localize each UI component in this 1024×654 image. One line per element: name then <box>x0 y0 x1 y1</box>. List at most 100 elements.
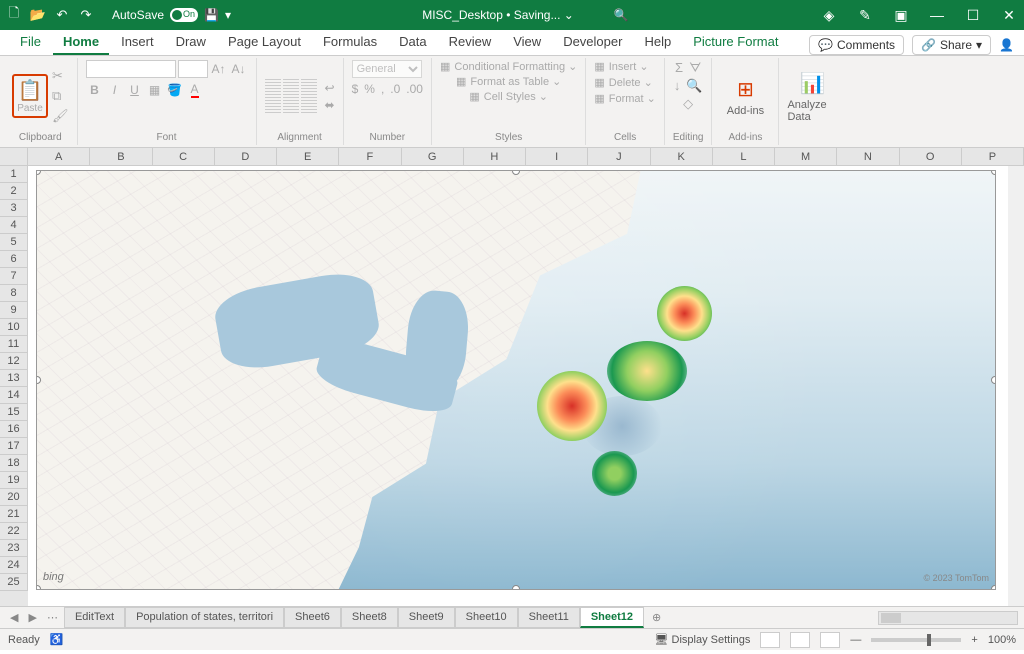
row-header[interactable]: 7 <box>0 268 28 285</box>
sheet-tab[interactable]: EditText <box>64 607 125 628</box>
row-header[interactable]: 24 <box>0 557 28 574</box>
row-header[interactable]: 2 <box>0 183 28 200</box>
accessibility-icon[interactable]: ♿ <box>50 633 64 646</box>
delete-cells-button[interactable]: ▦ Delete ⌄ <box>594 76 652 89</box>
display-settings[interactable]: 🖥 Display Settings <box>655 633 751 646</box>
undo-icon[interactable]: ↶ <box>54 7 70 23</box>
new-file-icon[interactable]: 🗋 <box>6 7 22 23</box>
sort-filter-icon[interactable]: ᗊ <box>689 60 701 76</box>
column-header[interactable]: L <box>713 148 775 165</box>
column-header[interactable]: N <box>837 148 899 165</box>
row-header[interactable]: 6 <box>0 251 28 268</box>
tab-page-layout[interactable]: Page Layout <box>218 30 311 55</box>
alignment-buttons[interactable] <box>265 79 317 113</box>
row-header[interactable]: 9 <box>0 302 28 319</box>
row-header[interactable]: 21 <box>0 506 28 523</box>
tab-home[interactable]: Home <box>53 30 109 55</box>
merge-icon[interactable]: ⬌ <box>325 98 335 112</box>
tab-data[interactable]: Data <box>389 30 436 55</box>
vertical-scrollbar[interactable] <box>1008 166 1024 606</box>
column-header[interactable]: F <box>339 148 401 165</box>
decimal-inc-icon[interactable]: .0 <box>390 82 400 96</box>
comments-button[interactable]: 💬 Comments <box>809 35 904 55</box>
view-normal[interactable] <box>760 632 780 648</box>
sheet-tab[interactable]: Sheet10 <box>455 607 518 628</box>
horizontal-scrollbar[interactable] <box>878 611 1018 625</box>
format-painter-icon[interactable]: 🖌 <box>52 108 69 124</box>
paste-button[interactable]: 📋 Paste <box>12 74 48 118</box>
zoom-level[interactable]: 100% <box>988 634 1016 646</box>
row-header[interactable]: 8 <box>0 285 28 302</box>
row-header[interactable]: 11 <box>0 336 28 353</box>
row-header[interactable]: 4 <box>0 217 28 234</box>
filename[interactable]: MISC_Desktop • Saving... ⌄ <box>422 8 574 22</box>
format-as-table-button[interactable]: ▦ Format as Table ⌄ <box>456 75 561 88</box>
clear-icon[interactable]: ◇ <box>683 96 693 111</box>
resize-handle[interactable] <box>991 585 996 590</box>
tab-insert[interactable]: Insert <box>111 30 164 55</box>
user-icon[interactable]: 👤 <box>999 38 1014 52</box>
save-icon[interactable]: 💾 <box>204 8 219 22</box>
search-icon[interactable]: 🔍 <box>614 8 629 22</box>
column-header[interactable]: J <box>588 148 650 165</box>
analyze-data-button[interactable]: 📊 Analyze Data <box>787 69 837 123</box>
tab-help[interactable]: Help <box>634 30 681 55</box>
row-header[interactable]: 13 <box>0 370 28 387</box>
row-header[interactable]: 15 <box>0 404 28 421</box>
autosum-icon[interactable]: Σ <box>675 60 683 76</box>
row-header[interactable]: 25 <box>0 574 28 591</box>
row-header[interactable]: 22 <box>0 523 28 540</box>
tab-picture-format[interactable]: Picture Format <box>683 30 788 55</box>
column-header[interactable]: G <box>402 148 464 165</box>
fill-icon[interactable]: ↓ <box>674 78 681 94</box>
sheet-tab[interactable]: Population of states, territori <box>125 607 284 628</box>
column-header[interactable]: K <box>651 148 713 165</box>
row-header[interactable]: 18 <box>0 455 28 472</box>
font-name-input[interactable] <box>86 60 176 78</box>
sheet-nav-prev[interactable]: ◀ <box>6 611 22 624</box>
zoom-slider[interactable] <box>871 638 961 642</box>
decrease-font-icon[interactable]: A↓ <box>230 60 248 78</box>
row-header[interactable]: 16 <box>0 421 28 438</box>
sheet-tab[interactable]: Sheet8 <box>341 607 398 628</box>
addins-button[interactable]: ⊞ Add-ins <box>720 75 770 117</box>
row-header[interactable]: 17 <box>0 438 28 455</box>
row-header[interactable]: 1 <box>0 166 28 183</box>
underline-icon[interactable]: U <box>126 81 144 99</box>
column-header[interactable]: O <box>900 148 962 165</box>
format-cells-button[interactable]: ▦ Format ⌄ <box>594 92 656 105</box>
wrap-text-icon[interactable]: ↩ <box>325 81 335 95</box>
tab-developer[interactable]: Developer <box>553 30 632 55</box>
resize-handle[interactable] <box>991 170 996 175</box>
cut-icon[interactable]: ✂ <box>52 68 69 84</box>
column-header[interactable]: M <box>775 148 837 165</box>
column-header[interactable]: A <box>28 148 90 165</box>
view-page-break[interactable] <box>820 632 840 648</box>
select-all-corner[interactable] <box>0 148 28 165</box>
currency-icon[interactable]: $ <box>352 82 359 96</box>
row-header[interactable]: 3 <box>0 200 28 217</box>
comma-icon[interactable]: , <box>381 82 384 96</box>
tab-draw[interactable]: Draw <box>166 30 216 55</box>
open-icon[interactable]: 📂 <box>30 7 46 23</box>
find-icon[interactable]: 🔍 <box>686 78 702 94</box>
row-header[interactable]: 5 <box>0 234 28 251</box>
font-color-icon[interactable]: A <box>186 81 204 99</box>
fill-color-icon[interactable]: 🪣 <box>166 81 184 99</box>
insert-cells-button[interactable]: ▦ Insert ⌄ <box>594 60 648 73</box>
share-button[interactable]: 🔗 Share ▾ <box>912 35 991 55</box>
view-page-layout[interactable] <box>790 632 810 648</box>
row-header[interactable]: 19 <box>0 472 28 489</box>
sheet-tab[interactable]: Sheet12 <box>580 607 644 628</box>
resize-handle[interactable] <box>512 585 520 590</box>
cell-styles-button[interactable]: ▦ Cell Styles ⌄ <box>469 90 548 103</box>
bing-map-picture[interactable]: bing © 2023 TomTom <box>36 170 996 590</box>
column-header[interactable]: P <box>962 148 1024 165</box>
row-header[interactable]: 12 <box>0 353 28 370</box>
sheet-tab[interactable]: Sheet6 <box>284 607 341 628</box>
number-format-select[interactable]: General <box>352 60 422 78</box>
pen-icon[interactable]: ✎ <box>856 7 874 24</box>
increase-font-icon[interactable]: A↑ <box>210 60 228 78</box>
column-header[interactable]: H <box>464 148 526 165</box>
tab-review[interactable]: Review <box>439 30 502 55</box>
